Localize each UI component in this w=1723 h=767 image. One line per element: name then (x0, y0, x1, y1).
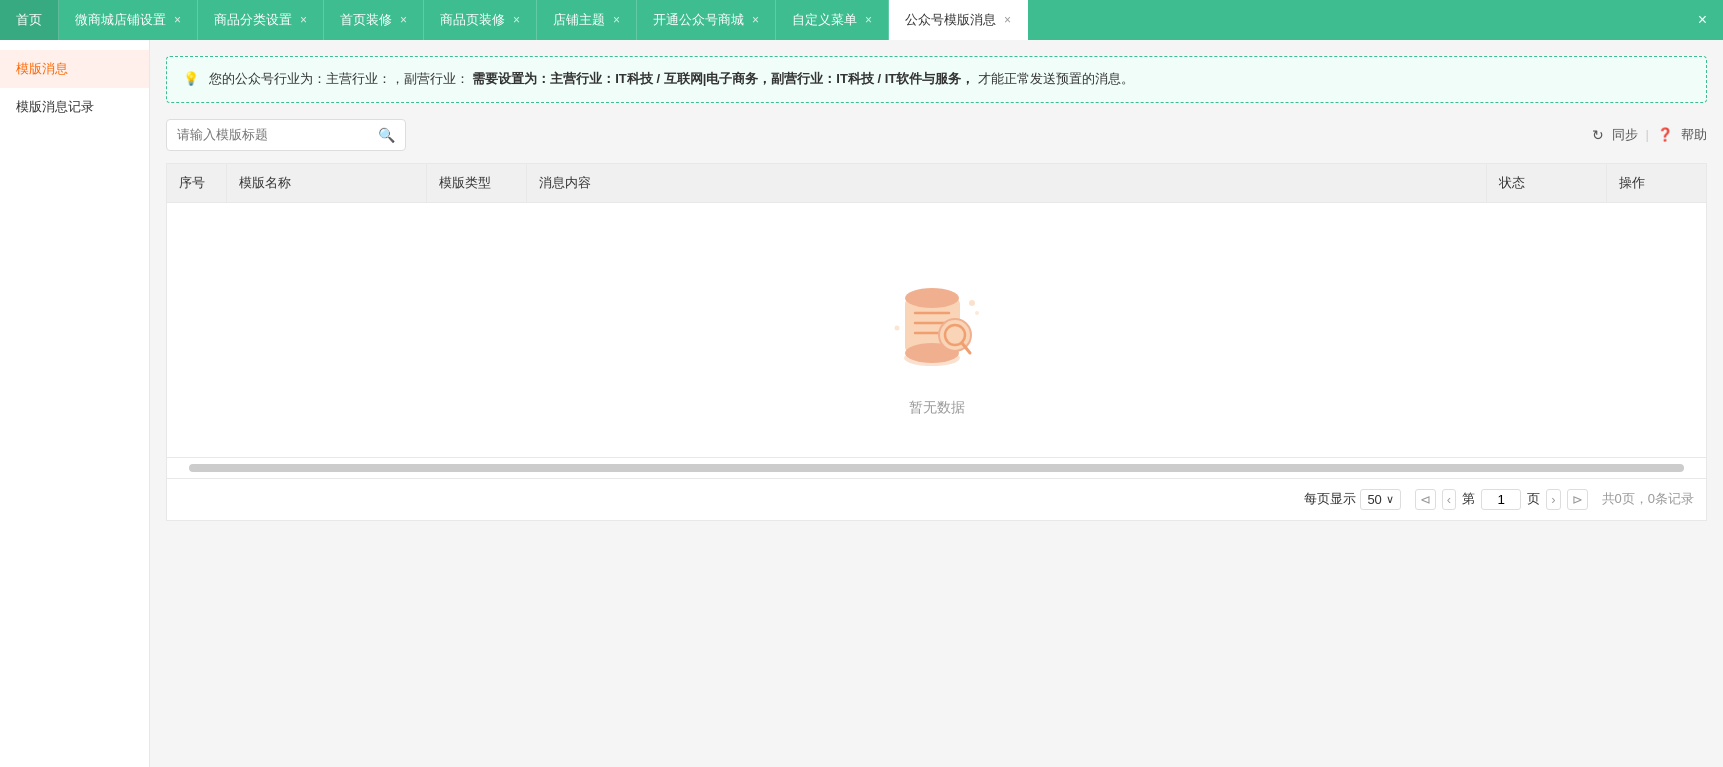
first-page-button[interactable]: ⊲ (1415, 489, 1436, 510)
toolbar-right: ↻ 同步 | ❓ 帮助 (1592, 126, 1707, 144)
tab-custom-menu-close[interactable]: × (865, 14, 872, 26)
tab-shop-theme[interactable]: 店铺主题 × (537, 0, 637, 40)
col-action: 操作 (1607, 163, 1707, 202)
scroll-bar-area (166, 458, 1707, 479)
page-size-label: 每页显示 (1304, 490, 1356, 508)
tab-category-settings[interactable]: 商品分类设置 × (198, 0, 324, 40)
tab-shop-theme-close[interactable]: × (613, 14, 620, 26)
notice-icon: 💡 (183, 71, 199, 86)
close-all-tabs[interactable]: × (1682, 11, 1723, 29)
tab-wechat-shop[interactable]: 开通公众号商城 × (637, 0, 776, 40)
search-icon[interactable]: 🔍 (378, 127, 395, 143)
sidebar: 模版消息 模版消息记录 (0, 40, 150, 767)
page-size-dropdown[interactable]: 50 ∨ (1360, 489, 1400, 510)
notice-suffix: 才能正常发送预置的消息。 (978, 71, 1134, 86)
tab-custom-menu-label: 自定义菜单 (792, 11, 857, 29)
tab-custom-menu[interactable]: 自定义菜单 × (776, 0, 889, 40)
page-number-input[interactable] (1481, 489, 1521, 510)
tab-home-label: 首页 (16, 11, 42, 29)
empty-state: 暂无数据 (167, 203, 1706, 457)
data-table: 序号 模版名称 模版类型 消息内容 状态 操作 (166, 163, 1707, 458)
svg-point-2 (905, 288, 959, 308)
tab-category-settings-label: 商品分类设置 (214, 11, 292, 29)
svg-point-10 (969, 300, 975, 306)
tab-category-settings-close[interactable]: × (300, 14, 307, 26)
tab-shop-settings[interactable]: 微商城店铺设置 × (59, 0, 198, 40)
tab-home[interactable]: 首页 (0, 0, 59, 40)
search-input[interactable] (177, 127, 378, 142)
page-total: 共0页，0条记录 (1602, 490, 1694, 508)
empty-text: 暂无数据 (909, 399, 965, 417)
sidebar-item-template-msg-label: 模版消息 (16, 61, 68, 76)
toolbar-divider: | (1646, 127, 1649, 142)
sync-icon: ↻ (1592, 127, 1604, 143)
tab-bar: 首页 微商城店铺设置 × 商品分类设置 × 首页装修 × 商品页装修 × 店铺主… (0, 0, 1723, 40)
page-unit: 页 (1527, 490, 1540, 508)
tab-wechat-shop-close[interactable]: × (752, 14, 759, 26)
tab-product-decoration-label: 商品页装修 (440, 11, 505, 29)
tab-wechat-shop-label: 开通公众号商城 (653, 11, 744, 29)
page-size-select: 每页显示 50 ∨ (1304, 489, 1400, 510)
tab-home-decoration[interactable]: 首页装修 × (324, 0, 424, 40)
tab-shop-settings-close[interactable]: × (174, 14, 181, 26)
page-size-value: 50 (1367, 492, 1381, 507)
tab-home-decoration-close[interactable]: × (400, 14, 407, 26)
empty-illustration (877, 263, 997, 383)
help-button[interactable]: 帮助 (1681, 126, 1707, 144)
notice-highlight: 需要设置为：主营行业：IT科技 / 互联网|电子商务，副营行业：IT科技 / I… (472, 71, 974, 86)
tab-template-msg-label: 公众号模版消息 (905, 11, 996, 29)
tab-template-msg-close[interactable]: × (1004, 14, 1011, 26)
col-name: 模版名称 (227, 163, 427, 202)
search-input-wrap[interactable]: 🔍 (166, 119, 406, 151)
sidebar-item-template-msg-record[interactable]: 模版消息记录 (0, 88, 149, 126)
next-page-button[interactable]: › (1546, 489, 1560, 510)
notice-box: 💡 您的公众号行业为：主营行业：，副营行业： 需要设置为：主营行业：IT科技 /… (166, 56, 1707, 103)
svg-point-11 (975, 311, 979, 315)
chevron-down-icon: ∨ (1386, 493, 1394, 506)
empty-row: 暂无数据 (167, 202, 1707, 457)
tab-shop-theme-label: 店铺主题 (553, 11, 605, 29)
search-row: 🔍 ↻ 同步 | ❓ 帮助 (166, 119, 1707, 151)
col-content: 消息内容 (527, 163, 1487, 202)
page-label: 第 (1462, 490, 1475, 508)
svg-point-12 (894, 325, 899, 330)
prev-page-button[interactable]: ‹ (1442, 489, 1456, 510)
col-index: 序号 (167, 163, 227, 202)
sync-button[interactable]: 同步 (1612, 126, 1638, 144)
sidebar-item-template-msg[interactable]: 模版消息 (0, 50, 149, 88)
horizontal-scrollbar[interactable] (189, 464, 1684, 472)
help-icon: ❓ (1657, 127, 1673, 142)
tab-shop-settings-label: 微商城店铺设置 (75, 11, 166, 29)
col-type: 模版类型 (427, 163, 527, 202)
table-header-row: 序号 模版名称 模版类型 消息内容 状态 操作 (167, 163, 1707, 202)
pagination: 每页显示 50 ∨ ⊲ ‹ 第 页 › ⊳ 共0页，0条记录 (166, 479, 1707, 521)
last-page-button[interactable]: ⊳ (1567, 489, 1588, 510)
sidebar-item-template-msg-record-label: 模版消息记录 (16, 99, 94, 114)
col-status: 状态 (1487, 163, 1607, 202)
main-layout: 模版消息 模版消息记录 💡 您的公众号行业为：主营行业：，副营行业： 需要设置为… (0, 40, 1723, 767)
tab-product-decoration-close[interactable]: × (513, 14, 520, 26)
tab-product-decoration[interactable]: 商品页装修 × (424, 0, 537, 40)
main-content: 💡 您的公众号行业为：主营行业：，副营行业： 需要设置为：主营行业：IT科技 /… (150, 40, 1723, 767)
notice-prefix: 您的公众号行业为：主营行业：，副营行业： (209, 71, 469, 86)
tab-home-decoration-label: 首页装修 (340, 11, 392, 29)
tab-template-msg[interactable]: 公众号模版消息 × (889, 0, 1028, 40)
